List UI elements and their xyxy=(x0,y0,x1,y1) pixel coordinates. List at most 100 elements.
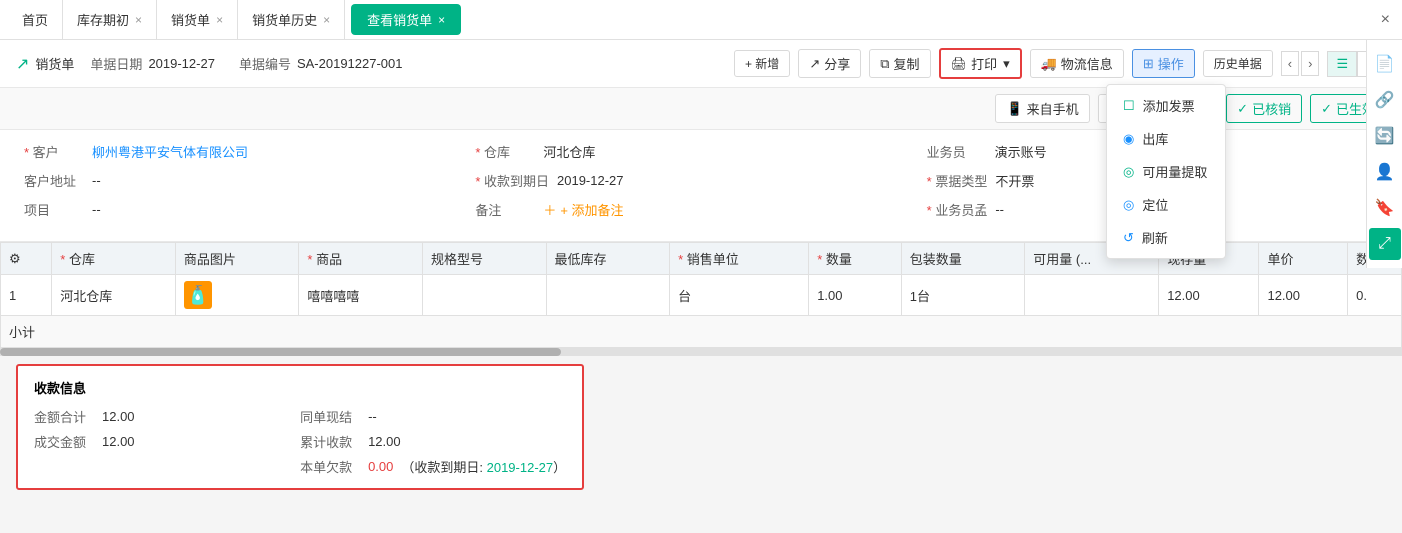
table-scrollbar[interactable] xyxy=(0,348,1402,356)
tab-view-sales[interactable]: 查看销货单 × xyxy=(351,4,461,35)
outbound-icon: ◉ xyxy=(1123,131,1134,147)
dropdown-locate-label: 定位 xyxy=(1142,195,1168,214)
total-amount-value: 12.00 xyxy=(102,409,135,424)
dropdown-add-invoice[interactable]: ☐ 添加发票 xyxy=(1107,89,1225,122)
row-warehouse: 河北仓库 xyxy=(52,275,176,316)
row-index: 1 xyxy=(1,275,52,316)
customer-value[interactable]: 柳州粤港平安气体有限公司 xyxy=(92,142,248,161)
sidebar-sync-icon[interactable]: 🔄 xyxy=(1369,120,1401,152)
view-list-button[interactable]: ☰ xyxy=(1327,51,1357,77)
row-image: 🧴 xyxy=(175,275,299,316)
same-order-row: 同单现结 -- xyxy=(300,407,566,426)
close-tab-inventory[interactable]: × xyxy=(135,13,142,27)
cancelled-badge: ✓ 已核销 xyxy=(1226,94,1302,123)
close-tab-view[interactable]: × xyxy=(438,13,445,27)
due-date-value: 2019-12-27 xyxy=(557,173,624,188)
dropdown-outbound[interactable]: ◉ 出库 xyxy=(1107,122,1225,155)
tab-sales-history[interactable]: 销货单历史 × xyxy=(238,0,345,40)
due-date-label: 收款到期日 xyxy=(475,171,549,190)
print-button[interactable]: 🖨 打印 ▾ xyxy=(939,48,1022,79)
share-button[interactable]: ↗ 分享 xyxy=(798,49,861,78)
customer-label: 客户 xyxy=(24,142,84,161)
from-phone-button[interactable]: 📱 来自手机 xyxy=(995,94,1089,123)
address-value: -- xyxy=(92,173,101,188)
dropdown-available-label: 可用量提取 xyxy=(1142,162,1207,181)
logistics-icon: 🚚 xyxy=(1041,56,1057,72)
cumulative-row: 累计收款 12.00 xyxy=(300,432,566,451)
dropdown-refresh[interactable]: ↺ 刷新 xyxy=(1107,221,1225,254)
logistics-button[interactable]: 🚚 物流信息 xyxy=(1030,49,1124,78)
history-button[interactable]: 历史单据 xyxy=(1203,50,1273,77)
staff-label: 业务员 xyxy=(927,142,987,161)
col-warehouse: 仓库 xyxy=(52,243,176,275)
add-remark-button[interactable]: ＋ + 添加备注 xyxy=(543,200,623,219)
new-button[interactable]: + 新增 xyxy=(734,50,790,77)
tab-home[interactable]: 首页 xyxy=(8,0,63,40)
plus-icon: ＋ xyxy=(543,200,556,219)
right-sidebar: 📄 🔗 🔄 👤 🔖 ⤢ xyxy=(1366,40,1402,268)
row-amount: 0. xyxy=(1348,275,1402,316)
available-icon: ◎ xyxy=(1123,164,1134,180)
cumulative-value: 12.00 xyxy=(368,434,401,449)
warehouse-field: 仓库 河北仓库 xyxy=(475,142,926,161)
tab-sales-order[interactable]: 销货单 × xyxy=(157,0,238,40)
owed-note: （收款到期日: 2019-12-27） xyxy=(401,457,566,476)
ticket-type-label: 票据类型 xyxy=(927,171,988,190)
doc-date-value: 2019-12-27 xyxy=(148,56,215,71)
operation-button[interactable]: ⊞ 操作 xyxy=(1132,49,1195,78)
bottom-section: 收款信息 金额合计 12.00 成交金额 12.00 同单现结 -- 累计收款 xyxy=(0,356,1402,506)
sidebar-link-icon[interactable]: 🔗 xyxy=(1369,84,1401,116)
sidebar-doc-icon[interactable]: 📄 xyxy=(1369,48,1401,80)
col-price: 单价 xyxy=(1259,243,1348,275)
col-settings[interactable]: ⚙ xyxy=(1,243,52,275)
same-order-value: -- xyxy=(368,409,377,424)
window-close-icon[interactable]: × xyxy=(1381,11,1390,29)
payment-info-right: 同单现结 -- 累计收款 12.00 本单欠款 0.00 （收款到期日: 201… xyxy=(300,407,566,476)
col-spec: 规格型号 xyxy=(422,243,546,275)
deal-amount-row: 成交金额 12.00 xyxy=(34,432,300,451)
doc-date-label: 单据日期 xyxy=(90,54,142,73)
tab-bar: 首页 库存期初 × 销货单 × 销货单历史 × 查看销货单 × × xyxy=(0,0,1402,40)
payment-info-left: 金额合计 12.00 成交金额 12.00 xyxy=(34,407,300,476)
doc-date-field: 单据日期 2019-12-27 xyxy=(90,54,215,73)
address-field: 客户地址 -- xyxy=(24,171,475,190)
print-icon: 🖨 xyxy=(951,56,968,72)
col-unit: 销售单位 xyxy=(670,243,809,275)
dropdown-locate[interactable]: ◎ 定位 xyxy=(1107,188,1225,221)
col-pack-qty: 包装数量 xyxy=(901,243,1025,275)
total-amount-label: 金额合计 xyxy=(34,407,94,426)
address-label: 客户地址 xyxy=(24,171,84,190)
refresh-icon: ↺ xyxy=(1123,230,1134,246)
cumulative-label: 累计收款 xyxy=(300,432,360,451)
scrollbar-thumb[interactable] xyxy=(0,348,561,356)
settings-icon: ⚙ xyxy=(9,251,21,266)
sidebar-tag-icon[interactable]: 🔖 xyxy=(1369,192,1401,224)
row-pack-qty: 1台 xyxy=(901,275,1025,316)
business-value: -- xyxy=(995,202,1004,217)
operation-dropdown: ☐ 添加发票 ◉ 出库 ◎ 可用量提取 ◎ 定位 ↺ 刷新 xyxy=(1106,84,1226,259)
row-product: 嘻嘻嘻嘻 xyxy=(299,275,423,316)
total-amount-row: 金额合计 12.00 xyxy=(34,407,300,426)
product-thumbnail: 🧴 xyxy=(184,281,212,309)
subtotal-label: 小计 xyxy=(1,316,1402,348)
copy-button[interactable]: ⧉ 复制 xyxy=(869,49,930,78)
add-invoice-icon: ☐ xyxy=(1123,98,1135,114)
owed-row: 本单欠款 0.00 （收款到期日: 2019-12-27） xyxy=(300,457,566,476)
business-label: 业务员孟 xyxy=(927,200,988,219)
row-price: 12.00 xyxy=(1259,275,1348,316)
doc-no-field: 单据编号 SA-20191227-001 xyxy=(239,54,403,73)
sidebar-user-icon[interactable]: 👤 xyxy=(1369,156,1401,188)
close-tab-history[interactable]: × xyxy=(323,13,330,27)
sidebar-expand-icon[interactable]: ⤢ xyxy=(1369,228,1401,260)
operation-icon: ⊞ xyxy=(1143,56,1154,72)
doc-type-icon: ↗ xyxy=(16,54,29,74)
tab-inventory-init[interactable]: 库存期初 × xyxy=(63,0,157,40)
prev-button[interactable]: ‹ xyxy=(1281,51,1299,76)
effective-check-icon: ✓ xyxy=(1321,101,1332,117)
close-tab-sales[interactable]: × xyxy=(216,13,223,27)
dropdown-available[interactable]: ◎ 可用量提取 xyxy=(1107,155,1225,188)
payment-info-grid: 金额合计 12.00 成交金额 12.00 同单现结 -- 累计收款 12.00 xyxy=(34,407,566,476)
row-unit: 台 xyxy=(670,275,809,316)
warehouse-label: 仓库 xyxy=(475,142,535,161)
next-button[interactable]: › xyxy=(1301,51,1319,76)
